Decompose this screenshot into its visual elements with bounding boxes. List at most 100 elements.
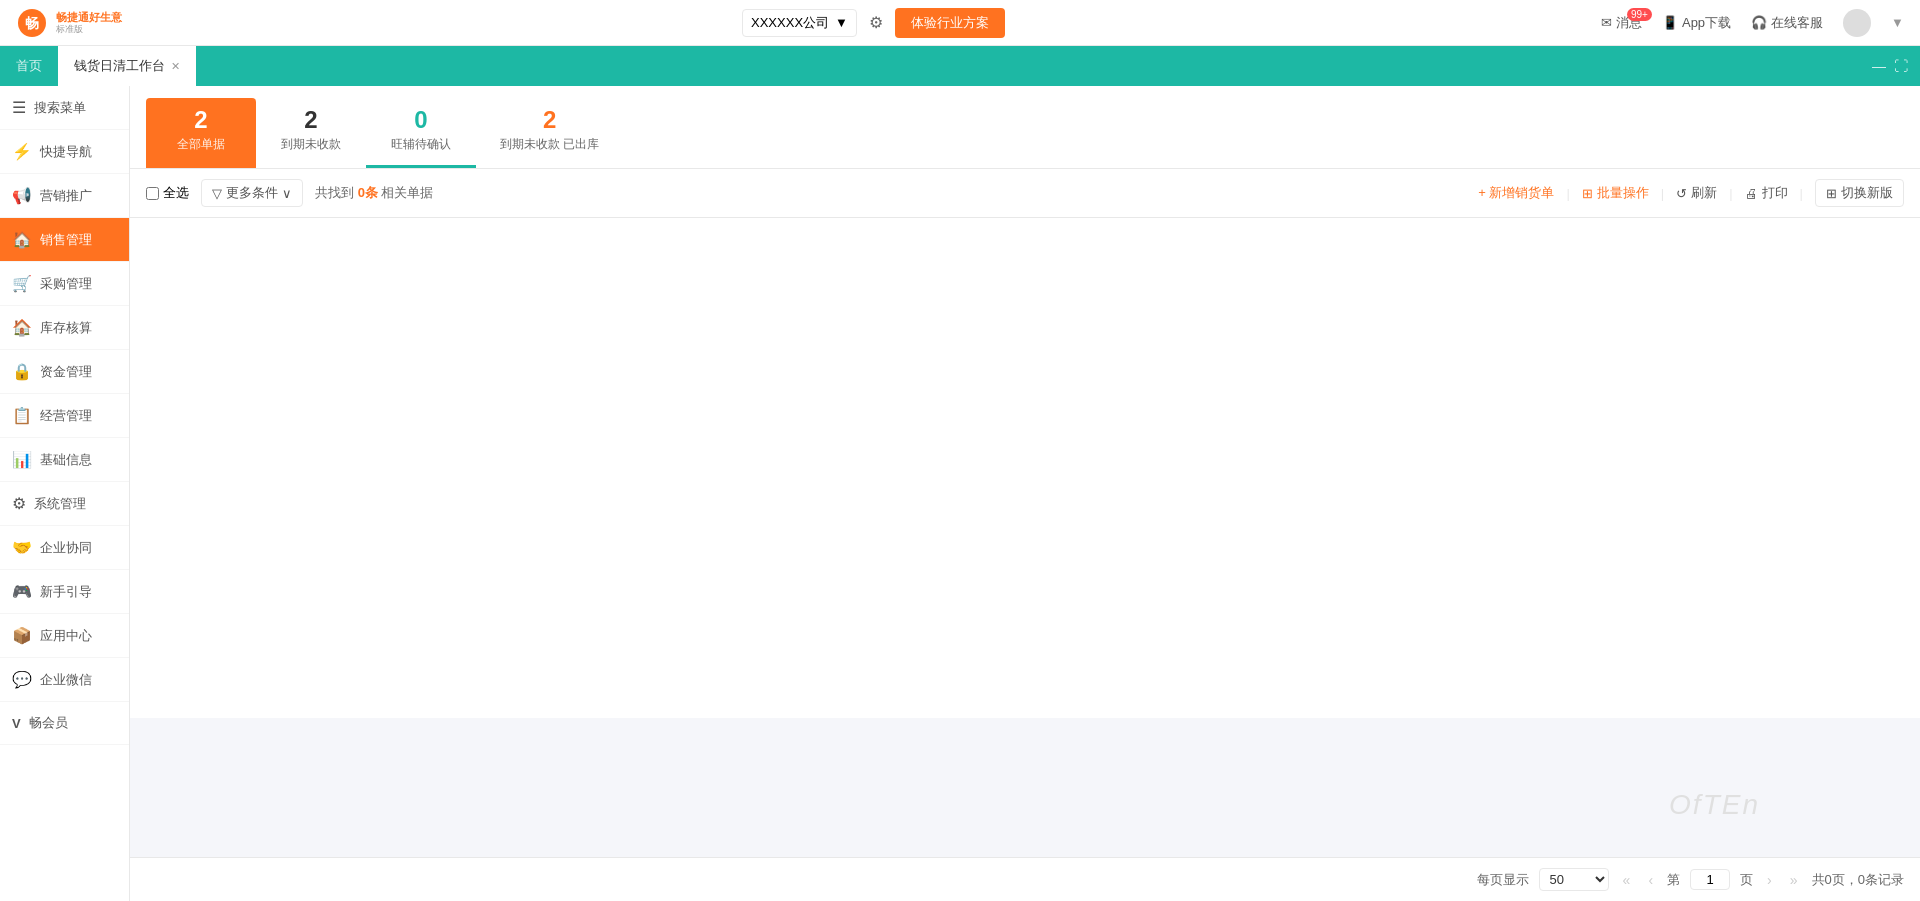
stat-wangfu-number: 0 — [414, 106, 427, 134]
tab-minimize-icon[interactable]: — — [1872, 58, 1886, 74]
apps-icon: 📦 — [12, 626, 32, 645]
stat-tab-overdue[interactable]: 2 到期未收款 — [256, 98, 366, 168]
new-order-button[interactable]: + 新增销货单 — [1478, 184, 1554, 202]
found-text: 共找到 0条 相关单据 — [315, 184, 433, 202]
stat-tab-wangfu[interactable]: 0 旺辅待确认 — [366, 98, 476, 168]
toolbar-left: 全选 ▽ 更多条件 ∨ 共找到 0条 相关单据 — [146, 179, 1466, 207]
user-arrow[interactable]: ▼ — [1891, 15, 1904, 30]
first-page-button[interactable]: « — [1619, 870, 1635, 890]
logo-name: 畅捷通好生意 — [56, 10, 122, 24]
print-button[interactable]: 🖨 打印 — [1745, 184, 1788, 202]
wechat-icon: 💬 — [12, 670, 32, 689]
sidebar-item-search[interactable]: ☰ 搜索菜单 — [0, 86, 129, 130]
tab-maximize-icon[interactable]: ⛶ — [1894, 58, 1908, 74]
page-prefix: 第 — [1667, 871, 1680, 889]
finance-icon: 🔒 — [12, 362, 32, 381]
select-all-label: 全选 — [163, 184, 189, 202]
sidebar-item-apps[interactable]: 📦 应用中心 — [0, 614, 129, 658]
sidebar-operation-label: 经营管理 — [40, 407, 92, 425]
sidebar-item-finance[interactable]: 🔒 资金管理 — [0, 350, 129, 394]
app-download-item[interactable]: 📱 App下载 — [1662, 14, 1731, 32]
tab-workbench-label: 钱货日清工作台 — [74, 57, 165, 75]
sidebar-item-marketing[interactable]: 📢 营销推广 — [0, 174, 129, 218]
page-number-input[interactable] — [1690, 869, 1730, 890]
header-center: XXXXXX公司 ▼ ⚙ 体验行业方案 — [742, 8, 1005, 38]
stat-tab-all[interactable]: 2 全部单据 — [146, 98, 256, 168]
print-icon: 🖨 — [1745, 186, 1758, 201]
found-suffix: 相关单据 — [381, 185, 433, 200]
phone-icon: 📱 — [1662, 15, 1678, 30]
page-size-label: 每页显示 — [1477, 871, 1529, 889]
sidebar-item-sales[interactable]: 🏠 销售管理 — [0, 218, 129, 262]
sidebar-sales-label: 销售管理 — [40, 231, 92, 249]
toolbar: 全选 ▽ 更多条件 ∨ 共找到 0条 相关单据 + 新增销货单 | ⊞ — [130, 169, 1920, 218]
dropdown-icon: ▼ — [835, 15, 848, 30]
stat-shipped-number: 2 — [543, 106, 556, 134]
sidebar-basic-label: 基础信息 — [40, 451, 92, 469]
quicknav-icon: ⚡ — [12, 142, 32, 161]
refresh-label: 刷新 — [1691, 184, 1717, 202]
enterprise-icon: 🤝 — [12, 538, 32, 557]
switch-icon: ⊞ — [1826, 186, 1837, 201]
member-icon: V — [12, 716, 21, 731]
system-icon: ⚙ — [12, 494, 26, 513]
sidebar-item-basic[interactable]: 📊 基础信息 — [0, 438, 129, 482]
marketing-icon: 📢 — [12, 186, 32, 205]
message-item[interactable]: ✉ 消息 99+ — [1601, 14, 1642, 32]
sidebar-search-label: 搜索菜单 — [34, 99, 86, 117]
refresh-button[interactable]: ↺ 刷新 — [1676, 184, 1717, 202]
next-page-button[interactable]: › — [1763, 870, 1776, 890]
sidebar-item-purchase[interactable]: 🛒 采购管理 — [0, 262, 129, 306]
tab-home[interactable]: 首页 — [0, 46, 58, 86]
sidebar-item-inventory[interactable]: 🏠 库存核算 — [0, 306, 129, 350]
toolbar-right: + 新增销货单 | ⊞ 批量操作 | ↺ 刷新 | 🖨 打印 | ⊞ — [1478, 179, 1904, 207]
filter-icon: ▽ — [212, 186, 222, 201]
sidebar-item-quicknav[interactable]: ⚡ 快捷导航 — [0, 130, 129, 174]
page-size-select[interactable]: 50 10 20 100 — [1539, 868, 1609, 891]
select-all-input[interactable] — [146, 187, 159, 200]
online-service-item[interactable]: 🎧 在线客服 — [1751, 14, 1823, 32]
pagination-bar: 每页显示 50 10 20 100 « ‹ 第 页 › » 共0页，0条记录 — [130, 857, 1920, 901]
switch-version-button[interactable]: ⊞ 切换新版 — [1815, 179, 1904, 207]
stats-tabs: 2 全部单据 2 到期未收款 0 旺辅待确认 2 到期未收款 已出库 — [130, 86, 1920, 169]
top-header: 畅 畅捷通好生意 标准版 XXXXXX公司 ▼ ⚙ 体验行业方案 ✉ 消息 99… — [0, 0, 1920, 46]
tab-close-icon[interactable]: ✕ — [171, 60, 180, 73]
filter-arrow: ∨ — [282, 186, 292, 201]
sidebar-item-operation[interactable]: 📋 经营管理 — [0, 394, 129, 438]
sidebar-item-wechat[interactable]: 💬 企业微信 — [0, 658, 129, 702]
sidebar-enterprise-label: 企业协同 — [40, 539, 92, 557]
batch-ops-button[interactable]: ⊞ 批量操作 — [1582, 184, 1649, 202]
operation-icon: 📋 — [12, 406, 32, 425]
sidebar-item-guide[interactable]: 🎮 新手引导 — [0, 570, 129, 614]
message-badge: 99+ — [1627, 8, 1652, 21]
sales-icon: 🏠 — [12, 230, 32, 249]
prev-page-button[interactable]: ‹ — [1644, 870, 1657, 890]
empty-state — [130, 218, 1920, 698]
sidebar: ☰ 搜索菜单 ⚡ 快捷导航 📢 营销推广 🏠 销售管理 🛒 采购管理 🏠 库存核… — [0, 86, 130, 901]
last-page-button[interactable]: » — [1786, 870, 1802, 890]
stat-tab-shipped[interactable]: 2 到期未收款 已出库 — [476, 98, 623, 168]
company-selector[interactable]: XXXXXX公司 ▼ — [742, 9, 857, 37]
tab-home-label: 首页 — [16, 57, 42, 75]
logo-version: 标准版 — [56, 24, 122, 36]
settings-icon[interactable]: ⚙ — [869, 13, 883, 32]
filter-label: 更多条件 — [226, 184, 278, 202]
logo-area: 畅 畅捷通好生意 标准版 — [16, 7, 146, 39]
tab-workbench[interactable]: 钱货日清工作台 ✕ — [58, 46, 196, 86]
select-all-checkbox[interactable]: 全选 — [146, 184, 189, 202]
logo-icon: 畅 — [16, 7, 48, 39]
sidebar-finance-label: 资金管理 — [40, 363, 92, 381]
sidebar-item-member[interactable]: V 畅会员 — [0, 702, 129, 745]
sidebar-apps-label: 应用中心 — [40, 627, 92, 645]
online-service-label: 在线客服 — [1771, 14, 1823, 32]
company-name: XXXXXX公司 — [751, 14, 829, 32]
user-avatar[interactable] — [1843, 9, 1871, 37]
svg-text:畅: 畅 — [25, 15, 39, 31]
sidebar-system-label: 系统管理 — [34, 495, 86, 513]
content-area: 2 全部单据 2 到期未收款 0 旺辅待确认 2 到期未收款 已出库 全选 — [130, 86, 1920, 901]
sidebar-item-enterprise[interactable]: 🤝 企业协同 — [0, 526, 129, 570]
sidebar-item-system[interactable]: ⚙ 系统管理 — [0, 482, 129, 526]
experience-button[interactable]: 体验行业方案 — [895, 8, 1005, 38]
sidebar-marketing-label: 营销推广 — [40, 187, 92, 205]
filter-button[interactable]: ▽ 更多条件 ∨ — [201, 179, 303, 207]
